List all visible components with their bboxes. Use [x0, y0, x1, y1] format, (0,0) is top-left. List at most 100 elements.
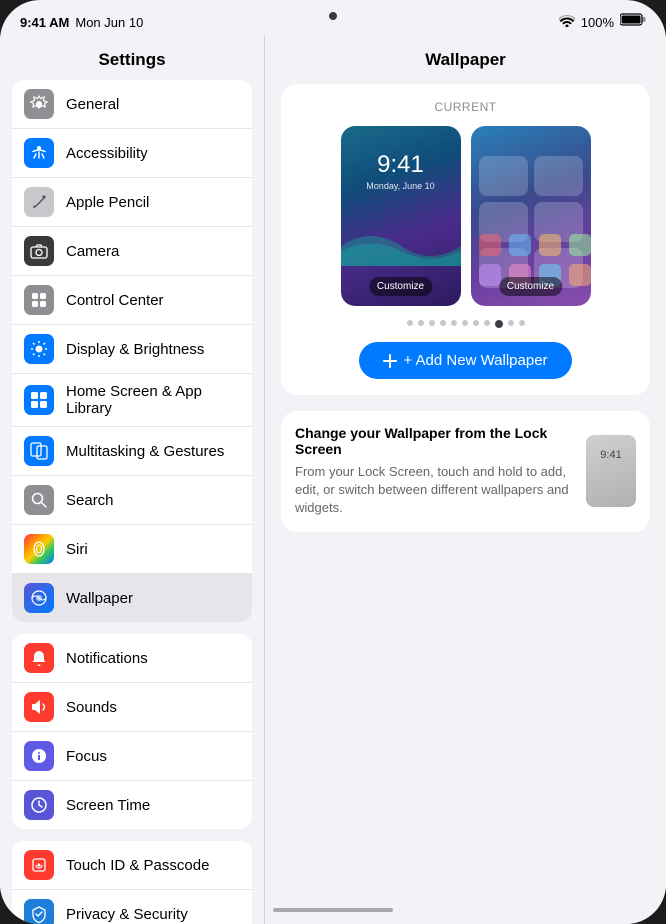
status-time: 9:41 AM	[20, 15, 69, 30]
apple-pencil-icon	[24, 187, 54, 217]
home-indicator	[273, 908, 393, 912]
wallpaper-content: CURRENT 9:41 Monday, June 10 C	[265, 84, 666, 532]
plus-icon	[383, 354, 397, 368]
siri-label: Siri	[66, 541, 240, 558]
sidebar-item-privacy[interactable]: Privacy & Security	[12, 890, 252, 924]
sidebar-item-multitasking[interactable]: Multitasking & Gestures	[12, 427, 252, 476]
top-camera	[329, 12, 337, 20]
display-label: Display & Brightness	[66, 341, 240, 358]
status-date: Mon Jun 10	[75, 15, 143, 30]
dot-11	[519, 320, 525, 326]
dots-indicator	[297, 320, 634, 328]
sidebar: Settings General Accessibility	[0, 36, 265, 924]
app-dot-3	[539, 234, 561, 256]
privacy-label: Privacy & Security	[66, 906, 240, 923]
wallpaper-previews: 9:41 Monday, June 10 Customize	[297, 126, 634, 306]
general-label: General	[66, 96, 240, 113]
sidebar-item-screen-time[interactable]: Screen Time	[12, 781, 252, 829]
dot-9	[495, 320, 503, 328]
home-screen-preview[interactable]: Customize	[471, 126, 591, 306]
focus-label: Focus	[66, 748, 240, 765]
sidebar-title: Settings	[0, 36, 264, 80]
search-icon	[24, 485, 54, 515]
general-icon	[24, 89, 54, 119]
app-dot-1	[479, 234, 501, 256]
sidebar-item-focus[interactable]: Focus	[12, 732, 252, 781]
info-card: Change your Wallpaper from the Lock Scre…	[281, 411, 650, 532]
sidebar-item-display[interactable]: Display & Brightness	[12, 325, 252, 374]
dot-5	[451, 320, 457, 326]
info-preview: 9:41	[586, 435, 636, 507]
sidebar-item-siri[interactable]: Siri	[12, 525, 252, 574]
sidebar-item-general[interactable]: General	[12, 80, 252, 129]
dot-3	[429, 320, 435, 326]
siri-icon	[24, 534, 54, 564]
sounds-label: Sounds	[66, 699, 240, 716]
sidebar-item-sounds[interactable]: Sounds	[12, 683, 252, 732]
dot-10	[508, 320, 514, 326]
sidebar-item-accessibility[interactable]: Accessibility	[12, 129, 252, 178]
sounds-icon	[24, 692, 54, 722]
sidebar-item-wallpaper[interactable]: Wallpaper	[12, 574, 252, 622]
sidebar-item-notifications[interactable]: Notifications	[12, 634, 252, 683]
sidebar-section-3: Touch ID & Passcode Privacy & Security	[12, 841, 252, 924]
wallpaper-card: CURRENT 9:41 Monday, June 10 C	[281, 84, 650, 395]
sidebar-item-touch-id[interactable]: Touch ID & Passcode	[12, 841, 252, 890]
app-dot-8	[569, 264, 591, 286]
sidebar-section-2: Notifications Sounds Focus	[12, 634, 252, 829]
screen-time-label: Screen Time	[66, 797, 240, 814]
lock-date: Monday, June 10	[366, 181, 434, 191]
info-text: Change your Wallpaper from the Lock Scre…	[295, 425, 572, 518]
multitasking-label: Multitasking & Gestures	[66, 443, 240, 460]
info-preview-time: 9:41	[600, 449, 621, 461]
control-center-icon	[24, 285, 54, 315]
main-layout: Settings General Accessibility	[0, 0, 666, 924]
device-frame: 9:41 AM Mon Jun 10 100%	[0, 0, 666, 924]
privacy-icon	[24, 899, 54, 924]
camera-icon	[24, 236, 54, 266]
sidebar-item-home-screen[interactable]: Home Screen & App Library	[12, 374, 252, 427]
info-card-desc: From your Lock Screen, touch and hold to…	[295, 463, 572, 518]
home-screen-label: Home Screen & App Library	[66, 383, 240, 417]
battery-icon	[620, 13, 646, 31]
dot-2	[418, 320, 424, 326]
lock-customize-btn[interactable]: Customize	[369, 277, 432, 296]
content-area: Wallpaper CURRENT 9:41 Monday, June 10	[265, 36, 666, 924]
accessibility-icon	[24, 138, 54, 168]
display-icon	[24, 334, 54, 364]
control-center-label: Control Center	[66, 292, 240, 309]
lock-screen-preview[interactable]: 9:41 Monday, June 10 Customize	[341, 126, 461, 306]
widget-1	[479, 156, 528, 196]
add-wallpaper-button[interactable]: + Add New Wallpaper	[359, 342, 571, 379]
add-wallpaper-label: + Add New Wallpaper	[403, 352, 547, 369]
battery-text: 100%	[581, 15, 614, 30]
sidebar-section-1: General Accessibility Apple Pencil	[12, 80, 252, 622]
accessibility-label: Accessibility	[66, 145, 240, 162]
screen-time-icon	[24, 790, 54, 820]
wallpaper-icon	[24, 583, 54, 613]
dot-7	[473, 320, 479, 326]
dot-6	[462, 320, 468, 326]
home-customize-btn[interactable]: Customize	[499, 277, 562, 296]
dot-4	[440, 320, 446, 326]
camera-label: Camera	[66, 243, 240, 260]
current-label: CURRENT	[297, 100, 634, 114]
sidebar-item-apple-pencil[interactable]: Apple Pencil	[12, 178, 252, 227]
focus-icon	[24, 741, 54, 771]
info-card-title: Change your Wallpaper from the Lock Scre…	[295, 425, 572, 457]
apple-pencil-label: Apple Pencil	[66, 194, 240, 211]
sidebar-item-control-center[interactable]: Control Center	[12, 276, 252, 325]
sidebar-item-camera[interactable]: Camera	[12, 227, 252, 276]
lock-time: 9:41	[377, 151, 424, 179]
wallpaper-label: Wallpaper	[66, 590, 240, 607]
sidebar-item-search[interactable]: Search	[12, 476, 252, 525]
dot-1	[407, 320, 413, 326]
app-dot-2	[509, 234, 531, 256]
app-dot-4	[569, 234, 591, 256]
app-dot-5	[479, 264, 501, 286]
search-label: Search	[66, 492, 240, 509]
notifications-icon	[24, 643, 54, 673]
wifi-icon	[559, 14, 575, 30]
dot-8	[484, 320, 490, 326]
home-screen-icon	[24, 385, 54, 415]
